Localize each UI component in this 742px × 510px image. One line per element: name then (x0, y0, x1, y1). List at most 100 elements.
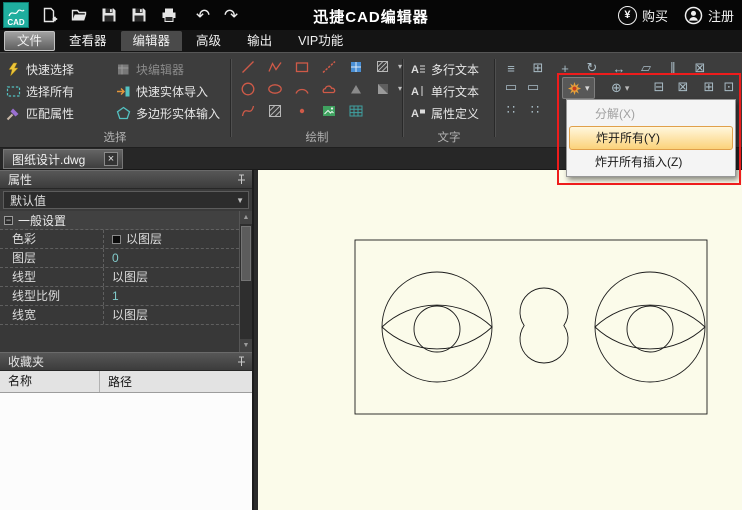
document-tab[interactable]: 图纸设计.dwg × (3, 149, 123, 169)
match-properties-button[interactable]: 匹配属性 (6, 103, 74, 123)
block-icon (351, 62, 361, 72)
favorites-list[interactable] (0, 393, 252, 510)
array-tool-button[interactable]: ⊞ (527, 59, 549, 77)
quick-select-icon (8, 62, 19, 77)
circle-tool-button[interactable] (236, 79, 260, 99)
buy-button[interactable]: ¥ 购买 (617, 4, 668, 26)
scrollbar-thumb[interactable] (241, 226, 251, 281)
insert-block-button[interactable] (344, 57, 368, 77)
document-tab-label: 图纸设计.dwg (12, 152, 86, 167)
multiline-text-button[interactable]: A 多行文本 (410, 59, 479, 79)
line-tool-button[interactable] (236, 57, 260, 77)
property-value[interactable]: 以图层 (104, 306, 239, 324)
property-row-linetype-scale: 线型比例 1 (0, 287, 239, 306)
column-header-name[interactable]: 名称 (0, 371, 100, 392)
table-tool-button[interactable] (344, 101, 368, 121)
save-as-button[interactable] (126, 3, 152, 27)
menu-tab-output[interactable]: 输出 (235, 31, 284, 51)
block-editor-button[interactable]: 块编辑器 (116, 59, 184, 79)
close-tab-icon[interactable]: × (104, 152, 118, 166)
undo-button[interactable]: ↶ (190, 3, 216, 27)
polyline-icon (268, 62, 282, 72)
rect-array-button[interactable]: ▭ (500, 78, 522, 96)
spline-tool-button[interactable] (236, 101, 260, 121)
revision-cloud-button[interactable] (317, 79, 341, 99)
new-file-button[interactable] (36, 3, 62, 27)
entity-import-icon (117, 86, 130, 96)
drawing-left-circle (381, 271, 493, 383)
menu-tab-vip[interactable]: VIP功能 (286, 31, 355, 51)
svg-text:A: A (411, 86, 419, 98)
collapse-icon[interactable]: − (4, 215, 13, 225)
print-button[interactable] (156, 3, 182, 27)
ellipse-icon (268, 84, 282, 94)
raster-image-button[interactable] (317, 101, 341, 121)
open-folder-icon (71, 9, 87, 21)
property-section-general[interactable]: − 一般设置 (0, 211, 239, 230)
scrollbar[interactable]: ▲ ▼ (239, 211, 252, 352)
redo-icon: ↷ (223, 5, 239, 25)
array-dots-button[interactable]: ∷ (500, 101, 522, 119)
property-preset-select[interactable]: 默认值 ▼ (3, 191, 249, 209)
property-value[interactable]: 以图层 (104, 230, 239, 248)
ribbon-group-select: 快速选择 块编辑器 选择所有 快速实体导入 匹配属性 多边形实体输入 选择 (0, 53, 230, 149)
column-header-path[interactable]: 路径 (100, 373, 132, 390)
property-value[interactable]: 0 (104, 249, 239, 267)
quick-entity-import-button[interactable]: 快速实体导入 (116, 81, 208, 101)
quick-select-button[interactable]: 快速选择 (6, 59, 74, 79)
align-icon: ≡ (507, 60, 515, 76)
select-all-button[interactable]: 选择所有 (6, 81, 74, 101)
scroll-up-icon[interactable]: ▲ (240, 211, 252, 224)
image-icon (323, 106, 335, 116)
property-name: 线型比例 (0, 287, 104, 305)
pin-icon[interactable] (237, 174, 246, 185)
hatch-square-icon (269, 105, 281, 117)
arc-tool-button[interactable] (290, 79, 314, 99)
property-value[interactable]: 1 (104, 287, 239, 305)
section-label: 一般设置 (18, 213, 67, 228)
open-file-button[interactable] (66, 3, 92, 27)
point-tool-button[interactable] (290, 101, 314, 121)
polygon-entity-input-button[interactable]: 多边形实体输入 (116, 103, 220, 123)
redo-button[interactable]: ↷ (218, 3, 244, 27)
menu-tab-advanced[interactable]: 高级 (184, 31, 233, 51)
property-value[interactable]: 以图层 (104, 268, 239, 286)
group-separator (402, 59, 403, 137)
table-icon (349, 105, 363, 117)
align-tool-button[interactable]: ≡ (500, 59, 522, 77)
rectangle-tool-button[interactable] (290, 57, 314, 77)
drawing-canvas[interactable] (258, 170, 742, 510)
single-line-text-button[interactable]: A 单行文本 (410, 81, 479, 101)
buy-label: 购买 (641, 8, 668, 24)
gradient-dropdown-button[interactable]: ▾ (371, 79, 402, 99)
save-button[interactable] (96, 3, 122, 27)
attribute-definition-button[interactable]: A 属性定义 (410, 103, 479, 123)
drawing-left-lens (381, 304, 493, 350)
solid-fill-button[interactable] (344, 79, 368, 99)
register-button[interactable]: 注册 (684, 4, 734, 26)
print-icon (162, 8, 176, 22)
hatch-pattern-button[interactable] (263, 101, 287, 121)
array-dots-button[interactable]: ∷ (524, 101, 546, 119)
ellipse-tool-button[interactable] (263, 79, 287, 99)
property-row-lineweight: 线宽 以图层 (0, 306, 239, 325)
array-icon: ⊞ (532, 60, 544, 75)
drawing-right-inner-circle (626, 305, 674, 353)
drawing-peanut (519, 287, 569, 364)
group-label-select: 选择 (103, 132, 127, 144)
path-array-button[interactable]: ▭ (522, 78, 544, 96)
dashed-line-icon (322, 61, 336, 73)
property-row-layer: 图层 0 (0, 249, 239, 268)
construction-line-button[interactable] (317, 57, 341, 77)
scroll-down-icon[interactable]: ▼ (240, 339, 252, 352)
menu-tab-file[interactable]: 文件 (4, 31, 56, 51)
menu-tab-editor[interactable]: 编辑器 (120, 31, 183, 51)
menu-tab-viewer[interactable]: 查看器 (57, 31, 119, 51)
polyline-tool-button[interactable] (263, 57, 287, 77)
hatch-dropdown-button[interactable]: ▾ (371, 57, 402, 77)
property-name: 色彩 (0, 230, 104, 248)
arc-icon (295, 88, 309, 94)
solid-triangle-icon (351, 85, 361, 94)
pin-icon[interactable] (237, 356, 246, 367)
property-row-linetype: 线型 以图层 (0, 268, 239, 287)
